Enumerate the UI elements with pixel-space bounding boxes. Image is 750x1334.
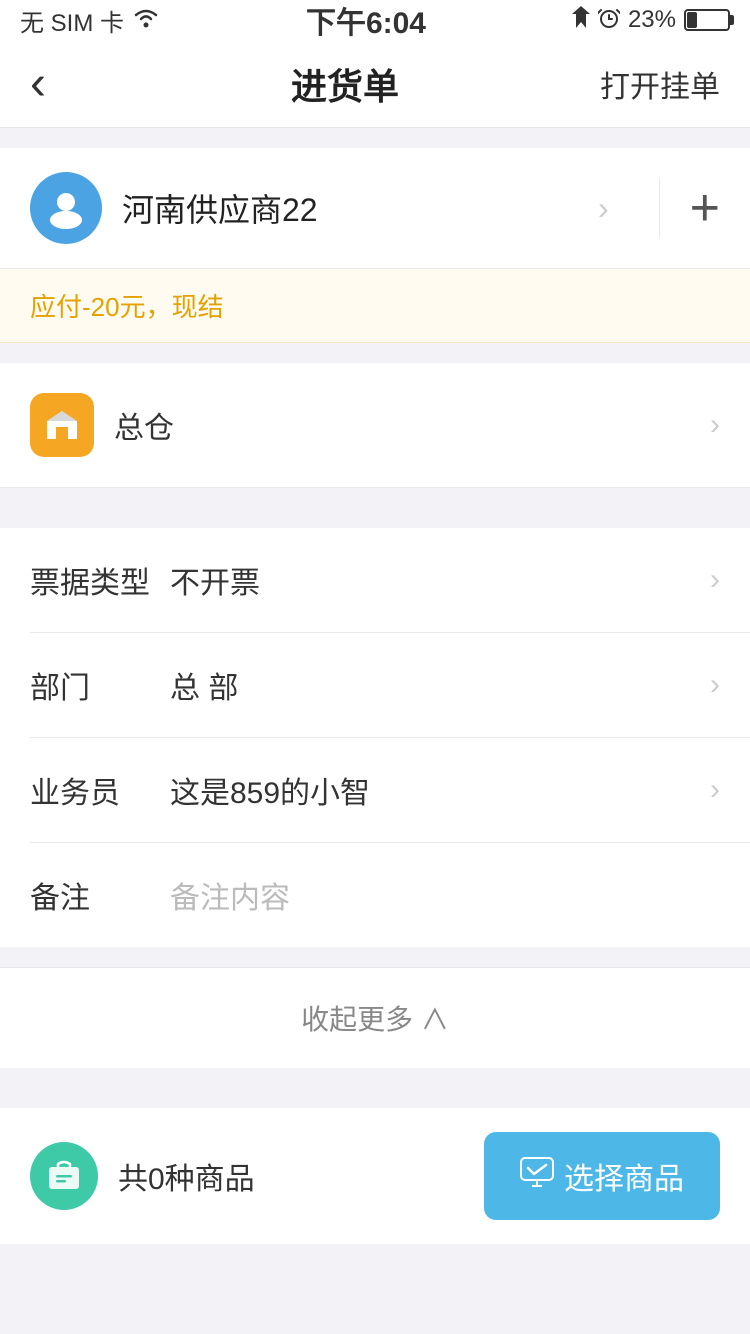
status-left: 无 SIM 卡 (20, 3, 160, 38)
salesperson-chevron-icon: › (710, 773, 720, 807)
supplier-section: 河南供应商22 › + 应付-20元，现结 (0, 148, 750, 343)
battery-icon (684, 9, 730, 31)
remark-row[interactable]: 备注 备注内容 (0, 843, 750, 947)
product-count: 共0种商品 (118, 1154, 484, 1198)
supplier-row[interactable]: 河南供应商22 › (0, 148, 659, 268)
salesperson-value: 这是859的小智 (170, 768, 710, 812)
warehouse-icon (30, 393, 94, 457)
invoice-type-chevron-icon: › (710, 563, 720, 597)
salesperson-label: 业务员 (30, 768, 170, 812)
product-icon (30, 1142, 98, 1210)
bottom-section: 共0种商品 选择商品 (0, 1108, 750, 1244)
department-label: 部门 (30, 663, 170, 707)
select-product-label: 选择商品 (564, 1154, 684, 1198)
page-title: 进货单 (291, 58, 399, 110)
open-pending-button[interactable]: 打开挂单 (600, 62, 720, 106)
invoice-type-label: 票据类型 (30, 558, 170, 602)
remark-label: 备注 (30, 873, 170, 917)
wifi-icon (132, 6, 160, 35)
salesperson-row[interactable]: 业务员 这是859的小智 › (0, 738, 750, 842)
supplier-avatar (30, 172, 102, 244)
nav-bar: ‹ 进货单 打开挂单 (0, 40, 750, 128)
alarm-icon (598, 6, 620, 35)
warehouse-name: 总仓 (114, 403, 710, 447)
carrier-text: 无 SIM 卡 (20, 3, 124, 38)
warehouse-row[interactable]: 总仓 › (0, 363, 750, 488)
department-row[interactable]: 部门 总 部 › (0, 633, 750, 737)
select-product-icon (520, 1157, 554, 1195)
supplier-name: 河南供应商22 (122, 185, 598, 231)
invoice-type-row[interactable]: 票据类型 不开票 › (0, 528, 750, 632)
back-button[interactable]: ‹ (30, 56, 90, 111)
department-value: 总 部 (170, 663, 710, 707)
battery-percent: 23% (628, 6, 676, 34)
add-supplier-button[interactable]: + (660, 178, 750, 238)
notice-text: 应付-20元，现结 (30, 292, 224, 322)
status-bar: 无 SIM 卡 下午6:04 (0, 0, 750, 40)
select-product-button[interactable]: 选择商品 (484, 1132, 720, 1220)
location-icon (572, 6, 590, 35)
collapse-label: 收起更多 ∧ (301, 998, 449, 1038)
remark-placeholder[interactable]: 备注内容 (170, 873, 720, 917)
notice-banner: 应付-20元，现结 (0, 269, 750, 343)
form-section: 票据类型 不开票 › 部门 总 部 › 业务员 这是859的小智 › 备注 备注… (0, 528, 750, 947)
collapse-row[interactable]: 收起更多 ∧ (0, 967, 750, 1068)
warehouse-chevron-icon: › (710, 408, 720, 442)
supplier-chevron-icon: › (598, 190, 609, 227)
page-body: 无 SIM 卡 下午6:04 (0, 0, 750, 1334)
status-right: 23% (572, 6, 730, 35)
department-chevron-icon: › (710, 668, 720, 702)
time-display: 下午6:04 (306, 0, 426, 42)
invoice-type-value: 不开票 (170, 558, 710, 602)
